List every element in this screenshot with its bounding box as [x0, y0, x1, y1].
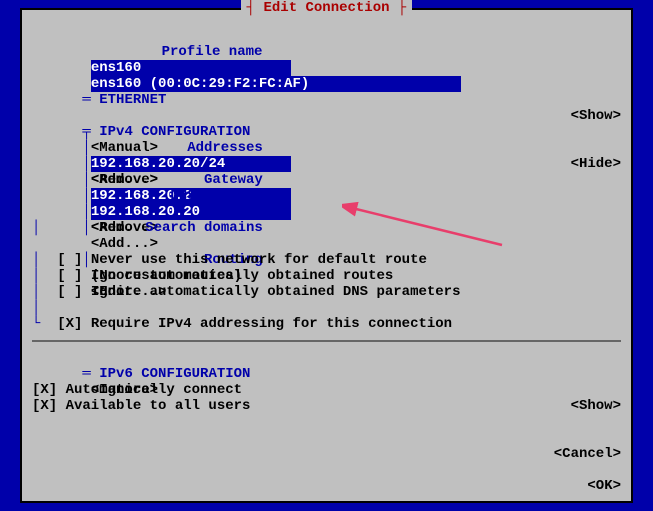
ipv6-section: ═ IPv6 CONFIGURATION	[82, 366, 250, 382]
ipv4-section: ╤ IPv4 CONFIGURATION	[82, 124, 250, 140]
ok-button[interactable]: <OK>	[587, 478, 621, 494]
search-add-button[interactable]: <Add...>	[91, 236, 158, 252]
search-domains-label: Search domains	[91, 220, 263, 236]
addresses-label: Addresses	[91, 140, 263, 156]
edit-connection-dialog: ┤ Edit Connection ├ Profile name ens160 …	[20, 8, 633, 503]
auto-connect-checkbox[interactable]: [X] Automatically connect	[32, 382, 242, 398]
device-input[interactable]: ens160 (00:0C:29:F2:FC:AF)	[91, 76, 461, 92]
gateway-label: Gateway	[91, 172, 263, 188]
dns-label: DNS servers	[91, 188, 263, 204]
ethernet-show-button[interactable]: <Show>	[571, 108, 621, 124]
device-label: Device	[82, 60, 262, 76]
ignore-dns-checkbox[interactable]: [ ] Ignore automatically obtained DNS pa…	[40, 284, 460, 300]
profile-name-label: Profile name	[82, 44, 262, 60]
ethernet-section: ═ ETHERNET	[82, 92, 166, 108]
never-default-checkbox[interactable]: [ ] Never use this network for default r…	[40, 252, 426, 268]
dialog-title: ┤ Edit Connection ├	[241, 0, 413, 16]
ignore-routes-checkbox[interactable]: [ ] Ignore automatically obtained routes	[40, 268, 393, 284]
ipv4-hide-button[interactable]: <Hide>	[571, 156, 621, 172]
ipv6-show-button[interactable]: <Show>	[571, 398, 621, 414]
cancel-button[interactable]: <Cancel>	[554, 446, 621, 462]
require-ipv4-checkbox[interactable]: [X] Require IPv4 addressing for this con…	[40, 316, 452, 332]
all-users-checkbox[interactable]: [X] Available to all users	[32, 398, 250, 414]
divider	[32, 340, 621, 342]
